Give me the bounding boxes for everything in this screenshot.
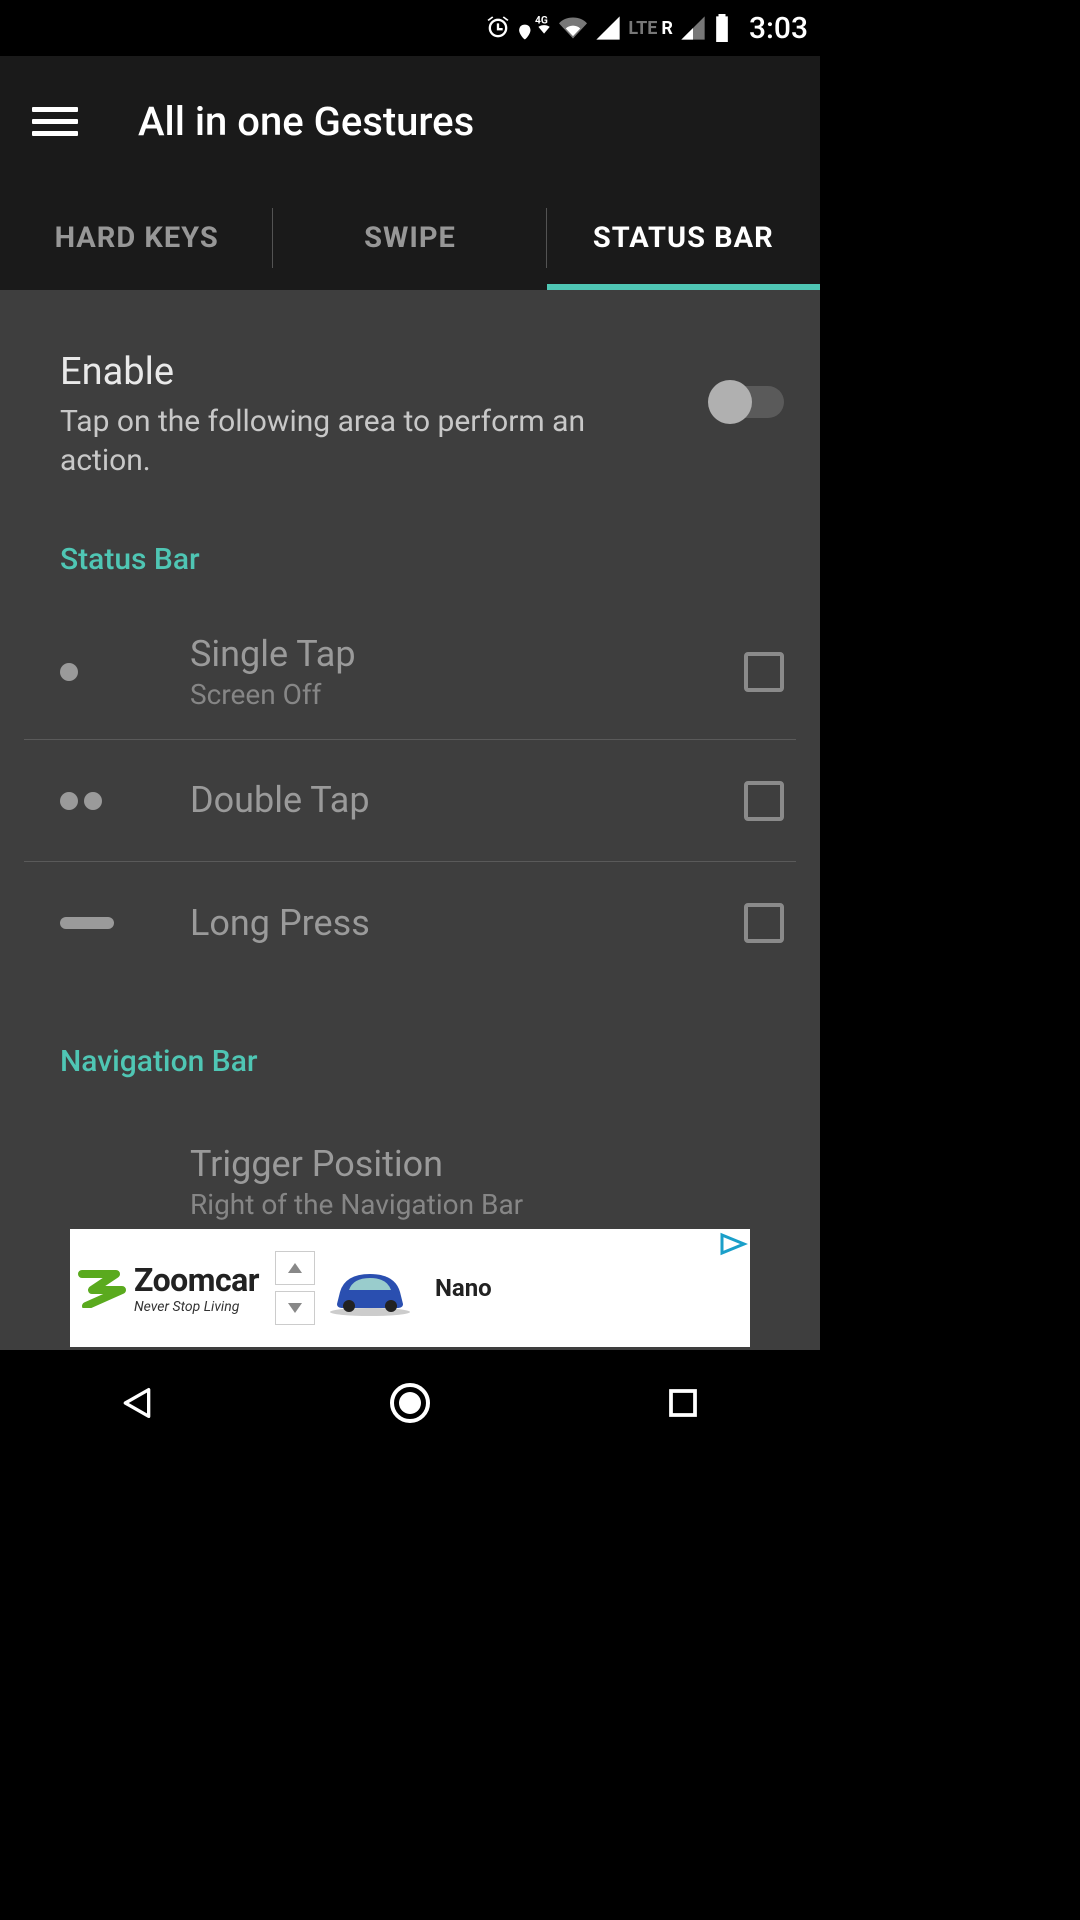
wifi-call-4g-icon: 4G <box>518 14 552 42</box>
chevron-down-icon[interactable] <box>275 1291 315 1325</box>
page-title: All in one Gestures <box>138 98 474 145</box>
section-header-navigation-bar: Navigation Bar <box>24 1044 796 1079</box>
tab-swipe[interactable]: SWIPE <box>273 186 546 290</box>
cellular-signal-2-icon <box>679 14 707 42</box>
home-button[interactable] <box>370 1363 450 1443</box>
recent-apps-button[interactable] <box>643 1363 723 1443</box>
lte-indicator: LTE <box>628 18 657 39</box>
single-tap-checkbox[interactable] <box>744 652 784 692</box>
system-status-bar: 4G LTE R 3:03 <box>0 0 820 56</box>
hamburger-menu-icon[interactable] <box>32 107 78 136</box>
ad-stepper[interactable] <box>275 1251 315 1325</box>
tab-label: STATUS BAR <box>593 221 774 255</box>
status-icons: 4G LTE R <box>484 14 731 42</box>
system-navigation-bar <box>0 1350 820 1456</box>
alarm-icon <box>484 14 512 42</box>
app-bar: All in one Gestures <box>0 56 820 186</box>
long-press-icon <box>60 917 156 929</box>
ad-logo: Zoomcar Never Stop Living <box>78 1261 259 1315</box>
double-tap-icon <box>60 792 156 810</box>
settings-content[interactable]: Enable Tap on the following area to perf… <box>0 290 820 1350</box>
battery-icon <box>713 14 731 42</box>
roaming-indicator: R <box>661 18 673 39</box>
ad-info-icon[interactable] <box>718 1231 748 1257</box>
ad-model-label: Nano <box>435 1274 492 1302</box>
long-press-checkbox[interactable] <box>744 903 784 943</box>
ad-banner[interactable]: Zoomcar Never Stop Living Nano <box>70 1229 750 1347</box>
list-item-title: Long Press <box>190 902 744 945</box>
list-item-title: Single Tap <box>190 633 744 676</box>
double-tap-checkbox[interactable] <box>744 781 784 821</box>
wifi-icon <box>558 14 588 42</box>
list-item-single-tap[interactable]: Single Tap Screen Off <box>24 605 796 740</box>
list-item-subtitle: Screen Off <box>190 678 744 711</box>
tab-bar: HARD KEYS SWIPE STATUS BAR <box>0 186 820 290</box>
back-button[interactable] <box>97 1363 177 1443</box>
tab-hard-keys[interactable]: HARD KEYS <box>0 186 273 290</box>
car-icon <box>325 1260 415 1316</box>
ad-tagline: Never Stop Living <box>134 1299 259 1315</box>
section-header-status-bar: Status Bar <box>24 542 796 577</box>
list-item-title: Trigger Position <box>190 1143 784 1186</box>
enable-toggle[interactable] <box>712 386 784 418</box>
tab-label: HARD KEYS <box>55 221 219 255</box>
tab-label: SWIPE <box>364 221 456 255</box>
list-item-trigger-position[interactable]: Trigger Position Right of the Navigation… <box>24 1107 796 1229</box>
list-item-subtitle: Right of the Navigation Bar <box>190 1188 784 1221</box>
enable-title: Enable <box>60 350 712 394</box>
clock-time: 3:03 <box>749 11 808 46</box>
list-item-title: Double Tap <box>190 779 744 822</box>
enable-description: Tap on the following area to perform an … <box>60 402 620 480</box>
list-item-long-press[interactable]: Long Press <box>24 862 796 984</box>
zoomcar-logo-icon <box>78 1268 126 1308</box>
cellular-signal-icon <box>594 14 622 42</box>
chevron-up-icon[interactable] <box>275 1251 315 1285</box>
svg-text:4G: 4G <box>535 15 548 26</box>
tab-status-bar[interactable]: STATUS BAR <box>547 186 820 290</box>
enable-row[interactable]: Enable Tap on the following area to perf… <box>24 290 796 538</box>
list-item-double-tap[interactable]: Double Tap <box>24 740 796 862</box>
ad-brand: Zoomcar <box>134 1261 259 1299</box>
single-tap-icon <box>60 663 156 681</box>
